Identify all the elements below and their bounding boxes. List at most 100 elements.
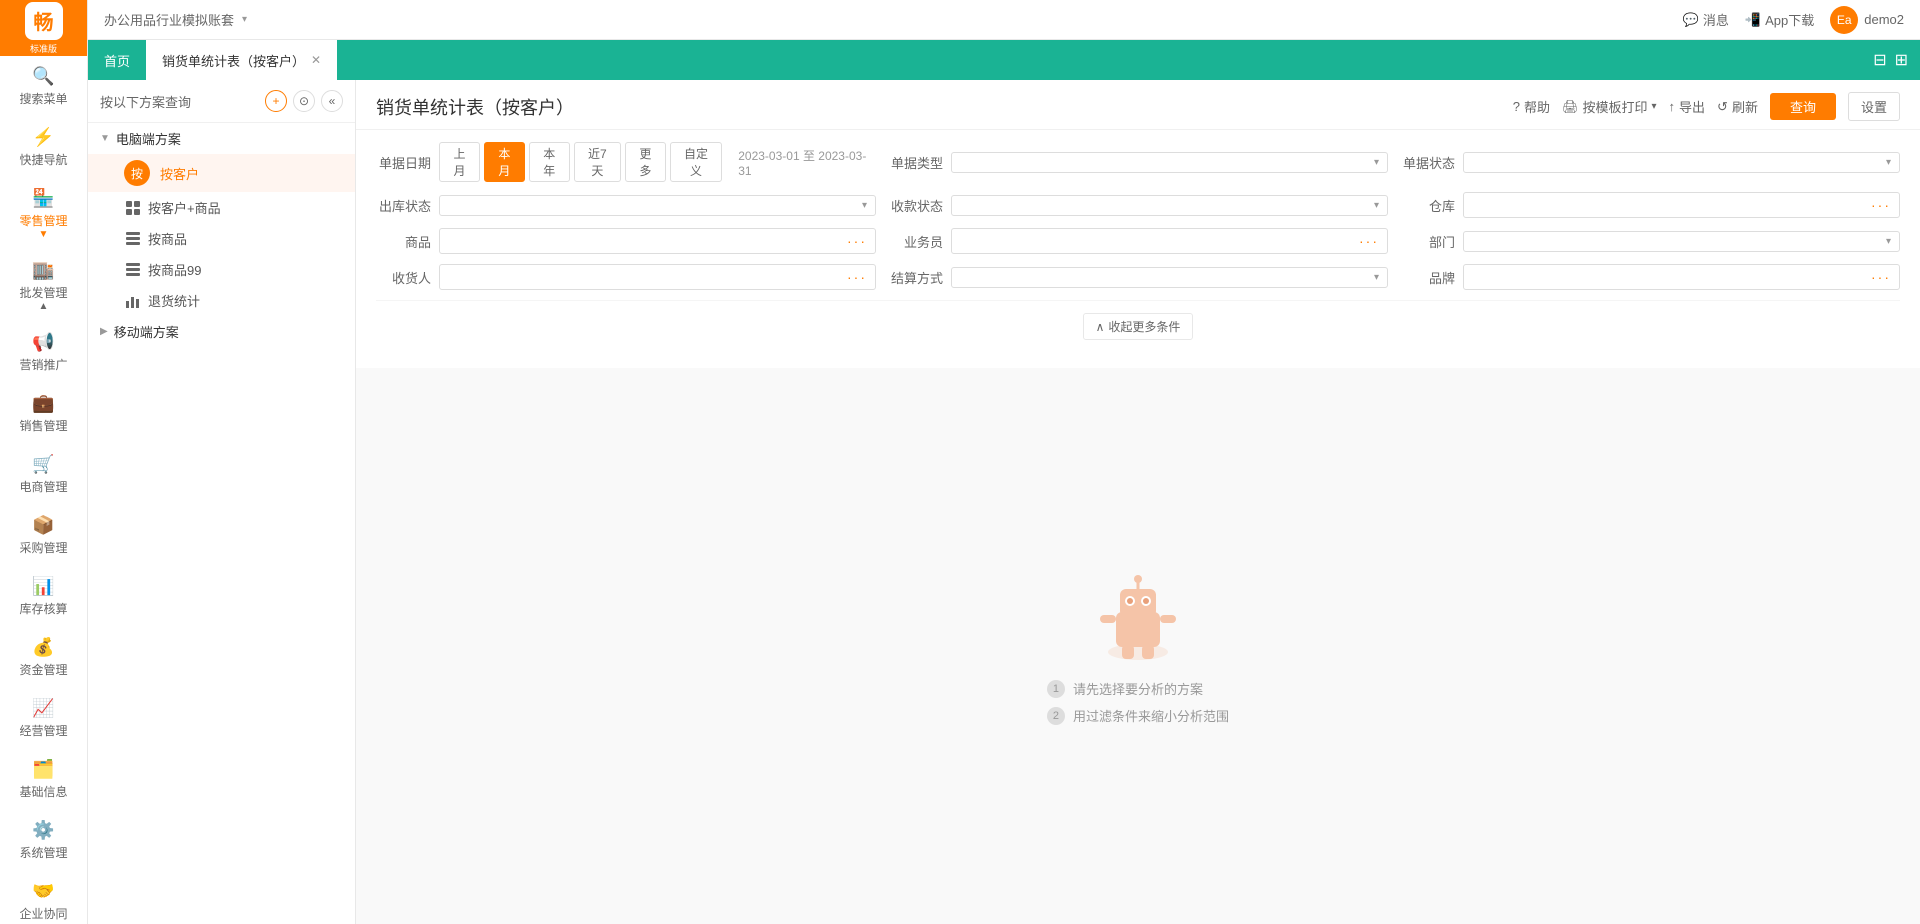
filter-order-status-item: 单据状态 ▾: [1400, 152, 1900, 173]
sidebar-item-ecommerce[interactable]: 🛒 电商管理: [0, 444, 88, 505]
sidebar-item-system[interactable]: ⚙️ 系统管理: [0, 810, 88, 871]
collapse-btn[interactable]: ∧ 收起更多条件: [1083, 313, 1194, 340]
order-type-label: 单据类型: [888, 153, 943, 172]
out-status-select[interactable]: ▾: [439, 195, 876, 216]
sidebar-item-wholesale[interactable]: 🏬 批发管理 ▲: [0, 250, 88, 322]
department-label: 部门: [1400, 232, 1455, 251]
receiver-select[interactable]: ···: [439, 264, 876, 290]
page-actions: ? 帮助 🖨 按模板打印 ▾ ↑ 导出 ↺ 刷新: [1513, 92, 1900, 121]
sidebar-item-inventory[interactable]: 📊 库存核算: [0, 566, 88, 627]
order-status-select[interactable]: ▾: [1463, 152, 1900, 173]
tree-group-mobile-toggle: ▶: [100, 326, 108, 337]
tree-child-label: 退货统计: [148, 291, 200, 310]
empty-tip-2: 2 用过滤条件来缩小分析范围: [1047, 706, 1229, 725]
tree-child-return-stat[interactable]: 退货统计: [88, 285, 355, 316]
retail-expand-icon: ▼: [39, 229, 49, 240]
tab-close-icon[interactable]: ✕: [311, 53, 321, 67]
tree-child-by-goods[interactable]: 按商品: [88, 223, 355, 254]
receipt-status-select[interactable]: ▾: [951, 195, 1388, 216]
sidebar-item-marketing[interactable]: 📢 营销推广: [0, 322, 88, 383]
tree-group-desktop[interactable]: ▼ 电脑端方案: [88, 123, 355, 154]
department-select[interactable]: ▾: [1463, 231, 1900, 252]
tip1-number: 1: [1047, 680, 1065, 698]
brand-select[interactable]: ···: [1463, 264, 1900, 290]
sidebar-item-search[interactable]: 🔍 搜索菜单: [0, 56, 88, 117]
help-btn[interactable]: ? 帮助: [1513, 97, 1550, 116]
scheme-collapse-btn[interactable]: «: [321, 90, 343, 112]
tab-bar: 首页 销货单统计表（按客户） ✕ ⊟ ⊞: [88, 40, 1920, 80]
finance-icon: 💰: [32, 637, 54, 658]
sidebar-item-sales[interactable]: 💼 销售管理: [0, 383, 88, 444]
tree-child-label: 按商品: [148, 229, 187, 248]
receipt-status-label: 收款状态: [888, 196, 943, 215]
filter-row-2: 出库状态 ▾ 收款状态 ▾ 仓库: [376, 192, 1900, 218]
export-btn[interactable]: ↑ 导出: [1669, 97, 1706, 116]
date-btn-last-7[interactable]: 近7天: [574, 142, 621, 182]
filter-row-4: 收货人 ··· 结算方式 ▾ 品牌: [376, 264, 1900, 290]
sidebar-item-enterprise[interactable]: 🤝 企业协同: [0, 871, 88, 924]
receipt-status-arrow: ▾: [1374, 200, 1379, 211]
empty-tip-1: 1 请先选择要分析的方案: [1047, 679, 1229, 698]
message-btn[interactable]: 💬 消息: [1683, 10, 1729, 29]
brand-label: 品牌: [1400, 268, 1455, 287]
filter-receiver-item: 收货人 ···: [376, 264, 876, 290]
help-icon: ?: [1513, 99, 1520, 114]
message-label: 消息: [1703, 10, 1729, 29]
page-header: 销货单统计表（按客户） ? 帮助 🖨 按模板打印 ▾ ↑ 导出: [356, 80, 1920, 130]
settlement-select[interactable]: ▾: [951, 267, 1388, 288]
tree-child-by-customer[interactable]: 按 按客户: [88, 154, 355, 192]
scheme-add-btn[interactable]: +: [265, 90, 287, 112]
date-label: 单据日期: [376, 153, 431, 172]
tab-sales-stat[interactable]: 销货单统计表（按客户） ✕: [146, 40, 337, 80]
warehouse-select[interactable]: ···: [1463, 192, 1900, 218]
sidebar-item-basic[interactable]: 🗂️ 基础信息: [0, 749, 88, 810]
active-indicator: 按: [124, 160, 150, 186]
inventory-icon: 📊: [32, 576, 54, 597]
date-btn-last-month[interactable]: 上月: [439, 142, 480, 182]
tree-child-by-customer-goods[interactable]: 按客户+商品: [88, 192, 355, 223]
tab-expand-icon[interactable]: ⊞: [1895, 50, 1908, 70]
app-download-btn[interactable]: 📲 App下载: [1745, 10, 1814, 29]
tab-sales-stat-label: 销货单统计表（按客户）: [162, 51, 305, 70]
scheme-settings-btn[interactable]: ⊙: [293, 90, 315, 112]
sidebar-item-nav[interactable]: ⚡ 快捷导航: [0, 117, 88, 178]
date-btn-this-year[interactable]: 本年: [529, 142, 570, 182]
sidebar-item-finance[interactable]: 💰 资金管理: [0, 627, 88, 688]
tab-home[interactable]: 首页: [88, 40, 146, 80]
tree-group-mobile[interactable]: ▶ 移动端方案: [88, 316, 355, 347]
query-button[interactable]: 查询: [1770, 93, 1836, 120]
top-header: 办公用品行业模拟账套 ▾ 💬 消息 📲 App下载 Ea demo2: [88, 0, 1920, 40]
sidebar-item-purchase[interactable]: 📦 采购管理: [0, 505, 88, 566]
filter-out-status-item: 出库状态 ▾: [376, 195, 876, 216]
order-type-arrow: ▾: [1374, 157, 1379, 168]
tree-child-by-goods-99[interactable]: 按商品99: [88, 254, 355, 285]
filter-receipt-status-item: 收款状态 ▾: [888, 195, 1388, 216]
date-btn-custom[interactable]: 自定义: [670, 142, 722, 182]
user-info[interactable]: Ea demo2: [1830, 6, 1904, 34]
ecommerce-icon: 🛒: [32, 454, 54, 475]
goods-label: 商品: [376, 232, 431, 251]
scheme-panel-header: 按以下方案查询 + ⊙ «: [88, 80, 355, 123]
refresh-btn[interactable]: ↺ 刷新: [1717, 97, 1758, 116]
date-btn-more[interactable]: 更多: [625, 142, 666, 182]
print-icon: 🖨: [1562, 99, 1579, 115]
salesperson-select[interactable]: ···: [951, 228, 1388, 254]
goods-select[interactable]: ···: [439, 228, 876, 254]
date-btn-this-month[interactable]: 本月: [484, 142, 525, 182]
order-type-select[interactable]: ▾: [951, 152, 1388, 173]
scheme-panel: 按以下方案查询 + ⊙ « ▼ 电脑端方案 按 按客户: [88, 80, 356, 924]
logo-icon: 畅: [34, 6, 54, 35]
sidebar-item-retail[interactable]: 🏪 零售管理 ▼: [0, 178, 88, 250]
tip2-number: 2: [1047, 707, 1065, 725]
empty-state: 1 请先选择要分析的方案 2 用过滤条件来缩小分析范围: [356, 368, 1920, 924]
app-download-icon: 📲: [1745, 12, 1761, 28]
enterprise-icon: 🤝: [32, 881, 54, 902]
sidebar-item-operations[interactable]: 📈 经营管理: [0, 688, 88, 749]
settings-button[interactable]: 设置: [1848, 92, 1900, 121]
account-dropdown-arrow[interactable]: ▾: [242, 14, 247, 25]
export-label: 导出: [1679, 97, 1705, 116]
content-area: 按以下方案查询 + ⊙ « ▼ 电脑端方案 按 按客户: [88, 80, 1920, 924]
print-btn[interactable]: 🖨 按模板打印 ▾: [1562, 97, 1657, 116]
filter-salesperson-item: 业务员 ···: [888, 228, 1388, 254]
tab-minimize-icon[interactable]: ⊟: [1873, 50, 1886, 70]
